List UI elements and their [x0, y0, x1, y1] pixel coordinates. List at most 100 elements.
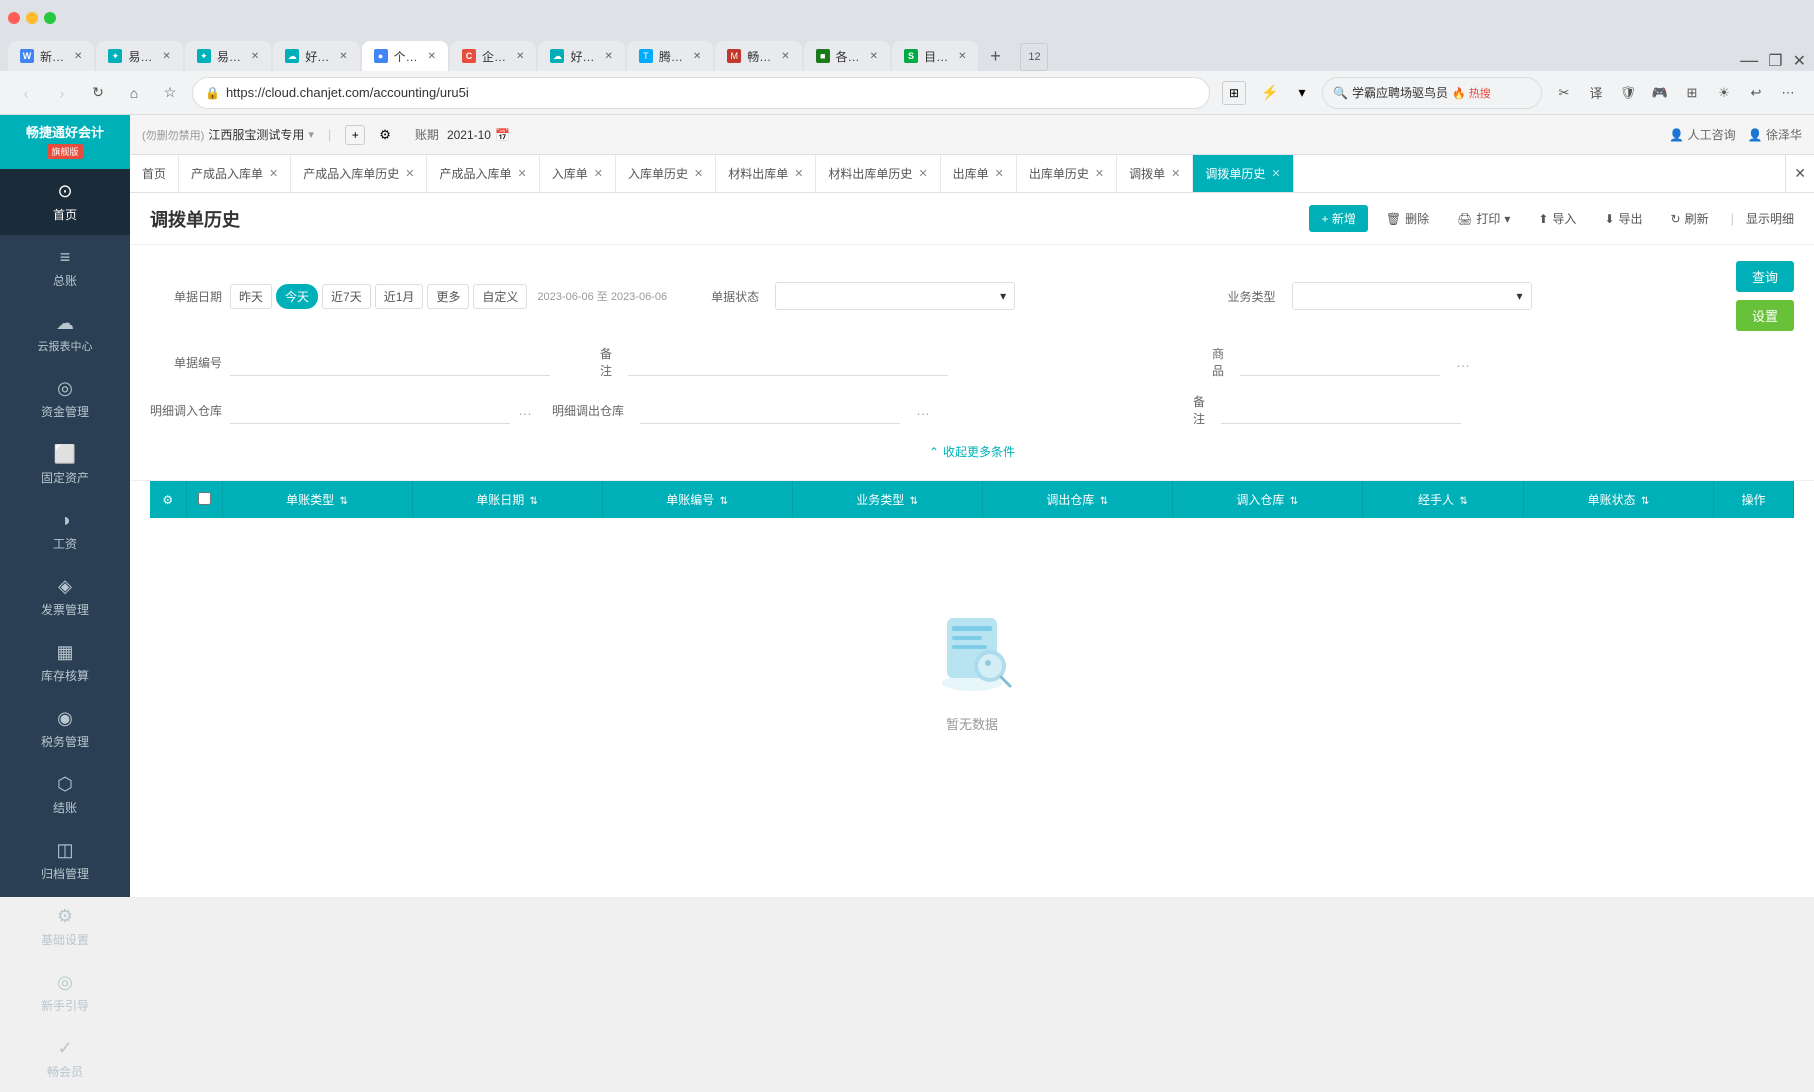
sidebar-item-payroll[interactable]: ◑ 工资: [0, 498, 130, 564]
tab-in-history[interactable]: 入库单历史 ✕: [616, 155, 716, 193]
display-btn[interactable]: 显示明细: [1746, 210, 1794, 227]
extensions-btn[interactable]: ⊞: [1222, 81, 1246, 105]
new-tab-btn[interactable]: +: [980, 41, 1010, 71]
brightness-btn[interactable]: ☀: [1710, 79, 1738, 107]
tab-count-badge[interactable]: 12: [1020, 43, 1048, 71]
sidebar-item-invoice[interactable]: ◈ 发票管理: [0, 564, 130, 630]
select-all-checkbox[interactable]: [198, 492, 211, 505]
collapse-btn[interactable]: ⌃ 收起更多条件: [929, 439, 1015, 464]
note-input[interactable]: [628, 348, 948, 376]
browser-search-bar[interactable]: 🔍 学霸应聘场驱鸟员 🔥 热搜: [1322, 77, 1542, 109]
sidebar-item-close-accounts[interactable]: ⬡ 结账: [0, 762, 130, 828]
back-btn[interactable]: ‹: [12, 79, 40, 107]
sidebar-item-fixed-assets[interactable]: ⬜ 固定资产: [0, 432, 130, 498]
import-btn[interactable]: ⬆ 导入: [1528, 205, 1586, 232]
window-minimize-btn[interactable]: [26, 12, 38, 24]
tab-in-order[interactable]: 入库单 ✕: [540, 155, 616, 193]
shield-btn[interactable]: 🛡: [1614, 79, 1642, 107]
lightning-btn[interactable]: ⚡: [1258, 81, 1282, 105]
tab-home[interactable]: 首页: [130, 155, 179, 193]
tab-close-btn[interactable]: ✕: [269, 167, 278, 180]
tab-transfer[interactable]: 调拨单 ✕: [1117, 155, 1193, 193]
doc-num-input[interactable]: [230, 348, 550, 376]
browser-tab-6[interactable]: C 企… ✕: [450, 41, 536, 71]
tab-transfer-history[interactable]: 调拨单历史 ✕: [1193, 155, 1293, 193]
tab-close-btn[interactable]: ✕: [1095, 167, 1104, 180]
browser-tab-4[interactable]: ☁ 好… ✕: [273, 41, 359, 71]
detail-in-ellipsis-btn[interactable]: …: [518, 402, 532, 418]
sort-icon[interactable]: ⇅: [1100, 496, 1108, 507]
sort-icon[interactable]: ⇅: [720, 496, 728, 507]
status-select[interactable]: ▾: [775, 282, 1015, 310]
tab-material-out[interactable]: 材料出库单 ✕: [716, 155, 816, 193]
address-bar[interactable]: 🔒 https://cloud.chanjet.com/accounting/u…: [192, 77, 1210, 109]
tab-close-all-btn[interactable]: ✕: [1785, 155, 1814, 193]
date-7days-btn[interactable]: 近7天: [322, 284, 371, 309]
settings-company-btn[interactable]: ⚙: [379, 127, 391, 143]
sort-icon[interactable]: ⇅: [1641, 496, 1649, 507]
add-company-btn[interactable]: +: [345, 125, 365, 145]
game-btn[interactable]: 🎮: [1646, 79, 1674, 107]
service-btn[interactable]: 👤 人工咨询: [1669, 126, 1735, 143]
refresh-btn[interactable]: ↻ 刷新: [1661, 205, 1719, 232]
sidebar-item-guide[interactable]: ◎ 新手引导: [0, 960, 130, 1026]
window-maximize-btn[interactable]: [44, 12, 56, 24]
goods-ellipsis-btn[interactable]: …: [1456, 354, 1470, 370]
home-btn[interactable]: ⌂: [120, 79, 148, 107]
sort-icon[interactable]: ⇅: [910, 496, 918, 507]
translate-btn[interactable]: 译: [1582, 79, 1610, 107]
note2-input[interactable]: [1221, 396, 1461, 424]
goods-input[interactable]: [1240, 348, 1440, 376]
browser-restore-btn[interactable]: ❐: [1768, 51, 1782, 71]
date-today-btn[interactable]: 今天: [276, 284, 318, 309]
th-check[interactable]: [186, 481, 222, 518]
sort-icon[interactable]: ⇅: [1459, 496, 1467, 507]
th-settings[interactable]: ⚙: [150, 481, 186, 518]
browser-tab-1[interactable]: W 新… ✕: [8, 41, 94, 71]
browser-tab-3[interactable]: ✦ 易… ✕: [185, 41, 271, 71]
tab-out-order[interactable]: 出库单 ✕: [941, 155, 1017, 193]
sidebar-item-inventory[interactable]: ▦ 库存核算: [0, 630, 130, 696]
tab-close-btn[interactable]: ✕: [794, 167, 803, 180]
biz-type-select[interactable]: ▾: [1292, 282, 1532, 310]
date-more-btn[interactable]: 更多: [427, 284, 469, 309]
browser-tab-11[interactable]: S 目… ✕: [892, 41, 978, 71]
tab-close-btn[interactable]: ✕: [694, 167, 703, 180]
scissors-btn[interactable]: ✂: [1550, 79, 1578, 107]
detail-out-input[interactable]: [640, 396, 900, 424]
delete-btn[interactable]: 🗑 删除: [1376, 205, 1439, 232]
browser-minimize-btn[interactable]: —: [1740, 50, 1758, 71]
tab-out-history[interactable]: 出库单历史 ✕: [1017, 155, 1117, 193]
sidebar-item-fund[interactable]: ◎ 资金管理: [0, 366, 130, 432]
sort-icon[interactable]: ⇅: [1290, 496, 1298, 507]
tab-close-btn[interactable]: ✕: [1271, 167, 1280, 180]
sidebar-item-tax[interactable]: ◉ 税务管理: [0, 696, 130, 762]
detail-in-input[interactable]: [230, 396, 510, 424]
menu-btn[interactable]: ⋯: [1774, 79, 1802, 107]
sidebar-item-archive[interactable]: ◫ 归档管理: [0, 828, 130, 894]
sidebar-item-settings[interactable]: ⚙ 基础设置: [0, 894, 130, 960]
browser-tab-7[interactable]: ☁ 好… ✕: [538, 41, 624, 71]
tab-close-btn[interactable]: ✕: [594, 167, 603, 180]
tab-product-in[interactable]: 产成品入库单 ✕: [179, 155, 291, 193]
detail-out-ellipsis-btn[interactable]: …: [916, 402, 930, 418]
export-btn[interactable]: ⬇ 导出: [1594, 205, 1652, 232]
tab-close-btn[interactable]: ✕: [918, 167, 927, 180]
tab-close-btn[interactable]: ✕: [995, 167, 1004, 180]
user-btn[interactable]: 👤 徐泽华: [1748, 126, 1802, 143]
sidebar-item-home[interactable]: ⊙ 首页: [0, 169, 130, 235]
sidebar-item-ledger[interactable]: ≡ 总账: [0, 235, 130, 301]
sort-icon[interactable]: ⇅: [340, 496, 348, 507]
history-btn[interactable]: ↩: [1742, 79, 1770, 107]
setting-btn[interactable]: 设置: [1736, 300, 1794, 331]
forward-btn[interactable]: ›: [48, 79, 76, 107]
date-yesterday-btn[interactable]: 昨天: [230, 284, 272, 309]
browser-close-btn[interactable]: ✕: [1793, 51, 1806, 71]
calendar-icon[interactable]: 📅: [495, 128, 510, 142]
grid-btn[interactable]: ⊞: [1678, 79, 1706, 107]
tab-close-btn[interactable]: ✕: [1171, 167, 1180, 180]
tab-close-btn[interactable]: ✕: [405, 167, 414, 180]
query-btn[interactable]: 查询: [1736, 261, 1794, 292]
tab-product-in-2[interactable]: 产成品入库单 ✕: [427, 155, 539, 193]
date-1month-btn[interactable]: 近1月: [375, 284, 424, 309]
